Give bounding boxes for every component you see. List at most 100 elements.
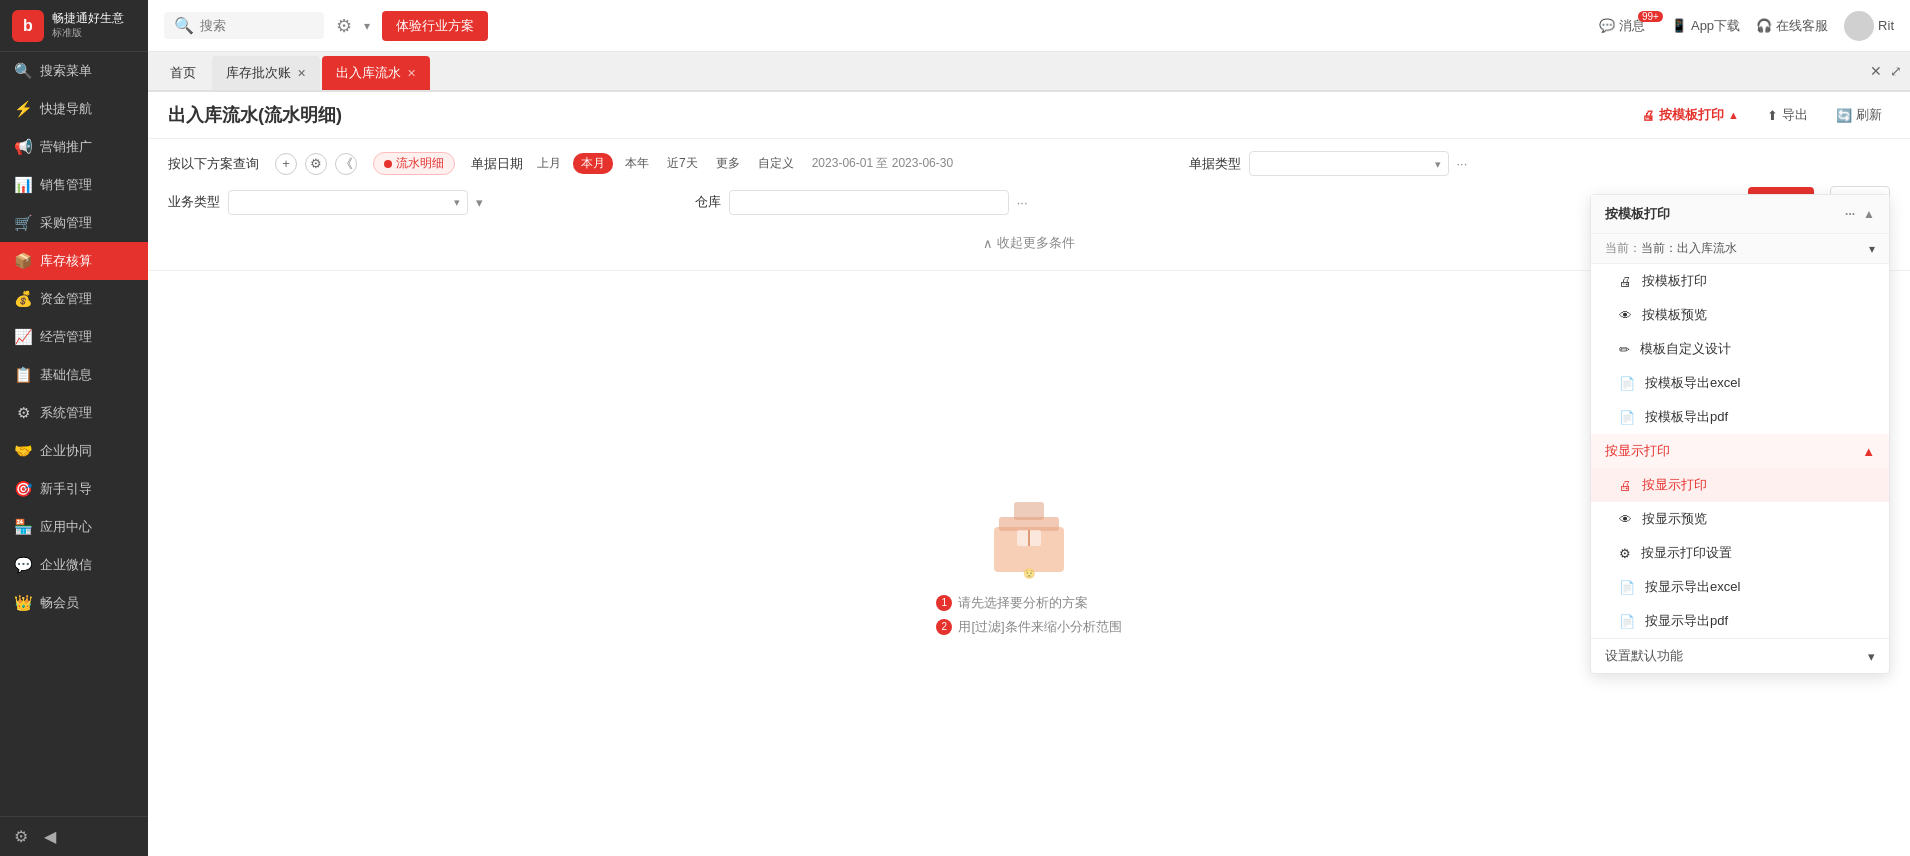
sidebar-item-label: 销售管理 bbox=[40, 176, 92, 194]
print-template-btn[interactable]: 🖨 按模板打印 ▲ bbox=[1634, 102, 1747, 128]
sidebar-item-system[interactable]: ⚙ 系统管理 bbox=[0, 394, 148, 432]
sidebar-item-collab[interactable]: 🤝 企业协同 bbox=[0, 432, 148, 470]
sidebar-item-apps[interactable]: 🏪 应用中心 bbox=[0, 508, 148, 546]
warehouse-label: 仓库 bbox=[695, 193, 721, 211]
settings-icon[interactable]: ⚙ bbox=[336, 15, 352, 37]
sidebar-item-wechat[interactable]: 💬 企业微信 bbox=[0, 546, 148, 584]
sidebar-item-label: 快捷导航 bbox=[40, 100, 92, 118]
dropdown-arrow-icon[interactable]: ▾ bbox=[364, 19, 370, 33]
marketing-icon: 📢 bbox=[14, 138, 32, 156]
voucher-more-btn[interactable]: ··· bbox=[1457, 156, 1468, 171]
sidebar-item-search[interactable]: 🔍 搜索菜单 bbox=[0, 52, 148, 90]
sidebar-item-finance[interactable]: 💰 资金管理 bbox=[0, 280, 148, 318]
dropdown-ellipsis[interactable]: ··· bbox=[1845, 207, 1855, 221]
app-sub: 标准版 bbox=[52, 26, 124, 40]
empty-tips: 1 请先选择要分析的方案 2 用[过滤]条件来缩小分析范围 bbox=[936, 594, 1121, 636]
date-option-custom[interactable]: 自定义 bbox=[752, 153, 800, 174]
refresh-label: 刷新 bbox=[1856, 106, 1882, 124]
dropdown-item-export-pdf-template[interactable]: 📄 按模板导出pdf bbox=[1591, 400, 1889, 434]
tab-batch-close[interactable]: ✕ bbox=[297, 67, 306, 80]
sidebar-item-label: 新手引导 bbox=[40, 480, 92, 498]
topbar-search-box[interactable]: 🔍 bbox=[164, 12, 324, 39]
settings-disp-label: 按显示打印设置 bbox=[1641, 544, 1732, 562]
dropdown-item-export-pdf-display[interactable]: 📄 按显示导出pdf bbox=[1591, 604, 1889, 638]
tab-home[interactable]: 首页 bbox=[156, 56, 210, 90]
preview-tpl-icon: 👁 bbox=[1619, 308, 1632, 323]
filter-collapse-btn[interactable]: 《 bbox=[335, 153, 357, 175]
print-template-label: 按模板打印 bbox=[1659, 106, 1724, 124]
dropdown-item-print-template[interactable]: 🖨 按模板打印 bbox=[1591, 264, 1889, 298]
settings-bottom-icon[interactable]: ⚙ bbox=[14, 827, 28, 846]
sidebar-item-guide[interactable]: 🎯 新手引导 bbox=[0, 470, 148, 508]
tab-warehouse-flow[interactable]: 出入库流水 ✕ bbox=[322, 56, 430, 90]
search-input[interactable] bbox=[200, 18, 300, 33]
collapse-label: 收起更多条件 bbox=[997, 234, 1075, 252]
warehouse-more-btn[interactable]: ··· bbox=[1017, 195, 1028, 210]
tab-home-label: 首页 bbox=[170, 64, 196, 82]
print-arrow-icon: ▲ bbox=[1728, 109, 1739, 121]
dropdown-item-design-template[interactable]: ✏ 模板自定义设计 bbox=[1591, 332, 1889, 366]
biz-type-select[interactable] bbox=[228, 190, 468, 215]
dropdown-item-preview-template[interactable]: 👁 按模板预览 bbox=[1591, 298, 1889, 332]
service-label: 在线客服 bbox=[1776, 17, 1828, 35]
sidebar-item-purchase[interactable]: 🛒 采购管理 bbox=[0, 204, 148, 242]
warehouse-input[interactable] bbox=[729, 190, 1009, 215]
msg-item[interactable]: 💬 消息 99+ bbox=[1599, 17, 1655, 35]
pdf-tpl-label: 按模板导出pdf bbox=[1645, 408, 1728, 426]
refresh-btn[interactable]: 🔄 刷新 bbox=[1828, 102, 1890, 128]
sidebar-item-basics[interactable]: 📋 基础信息 bbox=[0, 356, 148, 394]
date-option-more[interactable]: 更多 bbox=[710, 153, 746, 174]
tip-num-2: 2 bbox=[936, 619, 952, 635]
system-icon: ⚙ bbox=[14, 404, 32, 422]
voucher-type-select[interactable] bbox=[1249, 151, 1449, 176]
date-option-last-month[interactable]: 上月 bbox=[531, 153, 567, 174]
sidebar-item-marketing[interactable]: 📢 营销推广 bbox=[0, 128, 148, 166]
filter-add-btn[interactable]: + bbox=[275, 153, 297, 175]
filter-actions: + ⚙ 《 bbox=[275, 153, 357, 175]
collapse-sidebar-icon[interactable]: ◀ bbox=[44, 827, 56, 846]
date-option-this-month[interactable]: 本月 bbox=[573, 153, 613, 174]
app-name: 畅捷通好生意 bbox=[52, 11, 124, 27]
sidebar-item-management[interactable]: 📈 经营管理 bbox=[0, 318, 148, 356]
search-icon: 🔍 bbox=[174, 16, 194, 35]
dropdown-item-print-display[interactable]: 🖨 按显示打印 bbox=[1591, 468, 1889, 502]
app-download-item[interactable]: 📱 App下载 bbox=[1671, 17, 1740, 35]
search-icon: 🔍 bbox=[14, 62, 32, 80]
tab-expand-icon[interactable]: ⤢ bbox=[1890, 63, 1902, 79]
export-btn[interactable]: ⬆ 导出 bbox=[1759, 102, 1816, 128]
service-item[interactable]: 🎧 在线客服 bbox=[1756, 17, 1828, 35]
sidebar-item-quicknav[interactable]: ⚡ 快捷导航 bbox=[0, 90, 148, 128]
filter-gear-btn[interactable]: ⚙ bbox=[305, 153, 327, 175]
tabbar: 首页 库存批次账 ✕ 出入库流水 ✕ ✕ ⤢ bbox=[148, 52, 1910, 92]
finance-icon: 💰 bbox=[14, 290, 32, 308]
page-title: 出入库流水(流水明细) bbox=[168, 103, 342, 127]
empty-tip-1: 1 请先选择要分析的方案 bbox=[936, 594, 1121, 612]
dropdown-item-export-excel-display[interactable]: 📄 按显示导出excel bbox=[1591, 570, 1889, 604]
tab-flow-close[interactable]: ✕ bbox=[407, 67, 416, 80]
member-icon: 👑 bbox=[14, 594, 32, 612]
sidebar-item-label: 搜索菜单 bbox=[40, 62, 92, 80]
dropdown-current: 当前：当前：出入库流水 ▾ bbox=[1591, 234, 1889, 264]
dropdown-item-preview-display[interactable]: 👁 按显示预览 bbox=[1591, 502, 1889, 536]
dropdown-footer[interactable]: 设置默认功能 ▾ bbox=[1591, 638, 1889, 673]
trial-btn[interactable]: 体验行业方案 bbox=[382, 11, 488, 41]
date-option-7days[interactable]: 近7天 bbox=[661, 153, 704, 174]
msg-badge: 99+ bbox=[1638, 11, 1663, 22]
sidebar-item-sales[interactable]: 📊 销售管理 bbox=[0, 166, 148, 204]
dropdown-header-right: ··· ▲ bbox=[1845, 207, 1875, 221]
user-avatar[interactable]: Rit bbox=[1844, 11, 1894, 41]
tab-close-icon[interactable]: ✕ bbox=[1870, 63, 1882, 79]
filter-tag[interactable]: 流水明细 bbox=[373, 152, 455, 175]
dropdown-current-arrow[interactable]: ▾ bbox=[1869, 242, 1875, 256]
tab-batch-account[interactable]: 库存批次账 ✕ bbox=[212, 56, 320, 90]
dropdown-section-display[interactable]: 按显示打印 ▲ bbox=[1591, 434, 1889, 468]
dropdown-item-export-excel-template[interactable]: 📄 按模板导出excel bbox=[1591, 366, 1889, 400]
sidebar-item-member[interactable]: 👑 畅会员 bbox=[0, 584, 148, 622]
tab-flow-label: 出入库流水 bbox=[336, 64, 401, 82]
biz-more-btn[interactable]: ▾ bbox=[476, 195, 483, 210]
dropdown-item-settings-display[interactable]: ⚙ 按显示打印设置 bbox=[1591, 536, 1889, 570]
date-option-this-year[interactable]: 本年 bbox=[619, 153, 655, 174]
dropdown-collapse-icon[interactable]: ▲ bbox=[1863, 207, 1875, 221]
sidebar-item-inventory[interactable]: 📦 库存核算 bbox=[0, 242, 148, 280]
sidebar-item-label: 采购管理 bbox=[40, 214, 92, 232]
